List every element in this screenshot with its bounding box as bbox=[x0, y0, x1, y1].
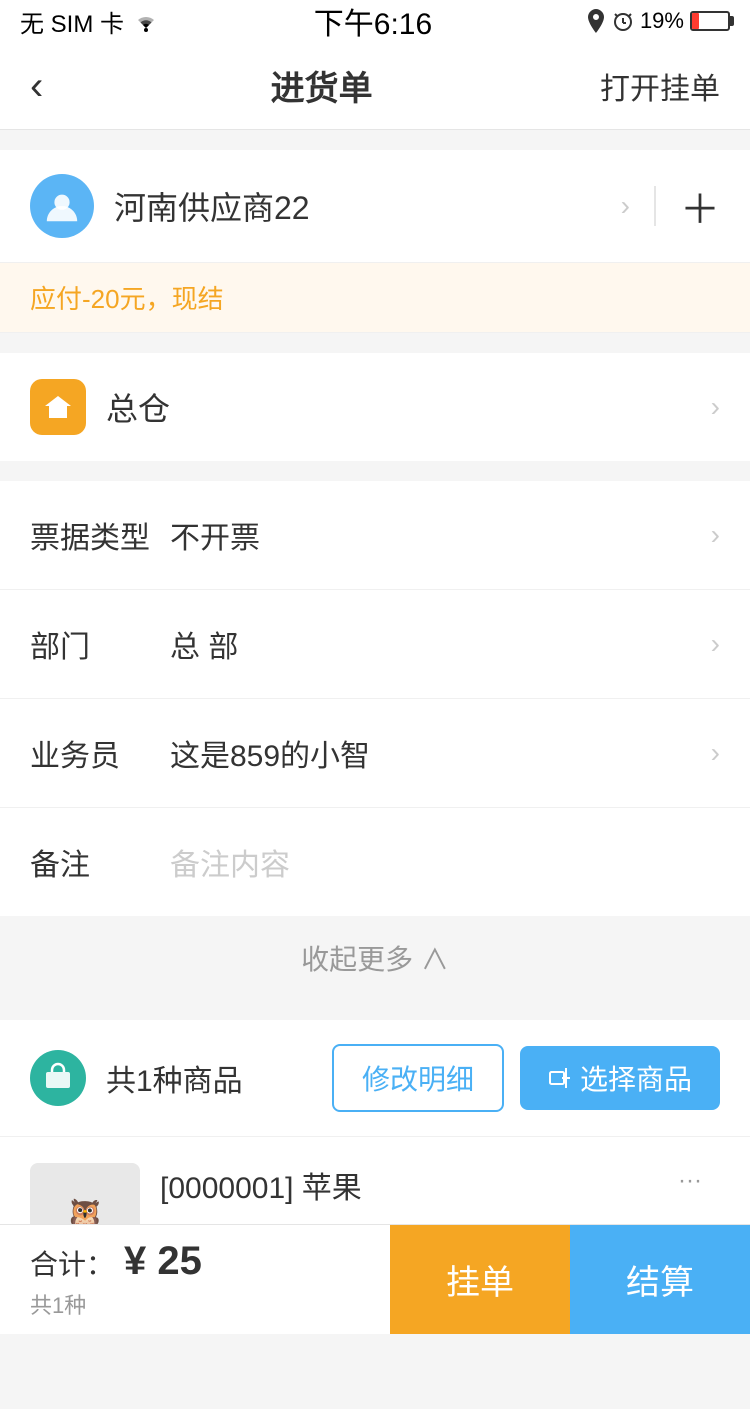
supplier-notice: 应付-20元，现结 bbox=[0, 263, 750, 333]
warehouse-name: 总仓 bbox=[106, 384, 711, 430]
bottom-total: 合计： ¥ 25 共1种 bbox=[0, 1225, 390, 1334]
supplier-name: 河南供应商22 bbox=[114, 183, 621, 229]
edit-detail-button[interactable]: 修改明细 bbox=[332, 1044, 504, 1112]
invoice-value: 不开票 bbox=[160, 513, 711, 557]
avatar-icon bbox=[43, 187, 81, 225]
supplier-chevron-icon: › bbox=[621, 190, 630, 222]
battery-icon bbox=[690, 11, 730, 31]
add-supplier-button[interactable]: ＋ bbox=[680, 177, 720, 235]
product-more-button[interactable]: ··· bbox=[660, 1163, 720, 1199]
house-icon bbox=[43, 392, 73, 422]
total-label: 合计： bbox=[30, 1243, 114, 1283]
remarks-value: 备注内容 bbox=[160, 840, 720, 884]
warehouse-row[interactable]: 总仓 › bbox=[0, 353, 750, 461]
status-bar: 无 SIM 卡 下午6:16 19% bbox=[0, 0, 750, 42]
department-value: 总 部 bbox=[160, 622, 711, 666]
salesperson-label: 业务员 bbox=[30, 731, 160, 775]
product-name: [0000001] 苹果 bbox=[160, 1163, 660, 1207]
supplier-row[interactable]: 河南供应商22 › ＋ bbox=[0, 150, 750, 263]
invoice-label: 票据类型 bbox=[30, 513, 160, 557]
back-button[interactable]: ‹ bbox=[30, 66, 43, 106]
alarm-icon bbox=[612, 9, 634, 33]
open-pending-button[interactable]: 打开挂单 bbox=[600, 64, 720, 108]
collapse-bar[interactable]: 收起更多 ∧ bbox=[0, 916, 750, 1000]
supplier-avatar bbox=[30, 174, 94, 238]
wifi-icon bbox=[132, 10, 160, 32]
carrier-label: 无 SIM 卡 bbox=[20, 4, 124, 39]
form-section: 票据类型 不开票 › 部门 总 部 › 业务员 这是859的小智 › 备注 备注… bbox=[0, 481, 750, 916]
gap-3 bbox=[0, 461, 750, 481]
select-product-label: 选择商品 bbox=[580, 1058, 692, 1098]
checkout-button[interactable]: 结算 bbox=[570, 1225, 750, 1334]
supplier-divider bbox=[654, 186, 656, 226]
gap-4 bbox=[0, 1000, 750, 1020]
products-icon bbox=[30, 1050, 86, 1106]
salesperson-chevron-icon: › bbox=[711, 737, 720, 769]
select-product-icon bbox=[548, 1066, 572, 1090]
invoice-chevron-icon: › bbox=[711, 519, 720, 551]
location-icon bbox=[586, 9, 606, 33]
products-header: 共1种商品 修改明细 选择商品 bbox=[0, 1020, 750, 1136]
status-right: 19% bbox=[586, 8, 730, 34]
invoice-row[interactable]: 票据类型 不开票 › bbox=[0, 481, 750, 589]
status-left: 无 SIM 卡 bbox=[20, 4, 160, 39]
cart-icon bbox=[42, 1062, 74, 1094]
bottom-bar: 合计： ¥ 25 共1种 挂单 结算 bbox=[0, 1224, 750, 1334]
total-amount: ¥ 25 bbox=[124, 1239, 202, 1284]
status-time: 下午6:16 bbox=[314, 0, 432, 43]
warehouse-icon bbox=[30, 379, 86, 435]
battery-percent: 19% bbox=[640, 8, 684, 34]
select-product-button[interactable]: 选择商品 bbox=[520, 1046, 720, 1110]
gap-2 bbox=[0, 333, 750, 353]
page-title: 进货单 bbox=[271, 61, 373, 110]
hang-button[interactable]: 挂单 bbox=[390, 1225, 570, 1334]
department-chevron-icon: › bbox=[711, 628, 720, 660]
remarks-row[interactable]: 备注 备注内容 bbox=[0, 807, 750, 916]
salesperson-row[interactable]: 业务员 这是859的小智 › bbox=[0, 698, 750, 807]
nav-bar: ‹ 进货单 打开挂单 bbox=[0, 42, 750, 130]
salesperson-value: 这是859的小智 bbox=[160, 731, 711, 775]
department-row[interactable]: 部门 总 部 › bbox=[0, 589, 750, 698]
warehouse-chevron-icon: › bbox=[711, 391, 720, 423]
department-label: 部门 bbox=[30, 622, 160, 666]
page-content: 河南供应商22 › ＋ 应付-20元，现结 总仓 › 票据类型 不开票 › 部门 bbox=[0, 130, 750, 1409]
products-count: 共1种商品 bbox=[106, 1056, 332, 1100]
total-row: 合计： ¥ 25 bbox=[30, 1239, 360, 1284]
total-count: 共1种 bbox=[30, 1288, 360, 1320]
warehouse-section[interactable]: 总仓 › bbox=[0, 353, 750, 461]
remarks-label: 备注 bbox=[30, 840, 160, 884]
supplier-section: 河南供应商22 › ＋ 应付-20元，现结 bbox=[0, 150, 750, 333]
gap-1 bbox=[0, 130, 750, 150]
